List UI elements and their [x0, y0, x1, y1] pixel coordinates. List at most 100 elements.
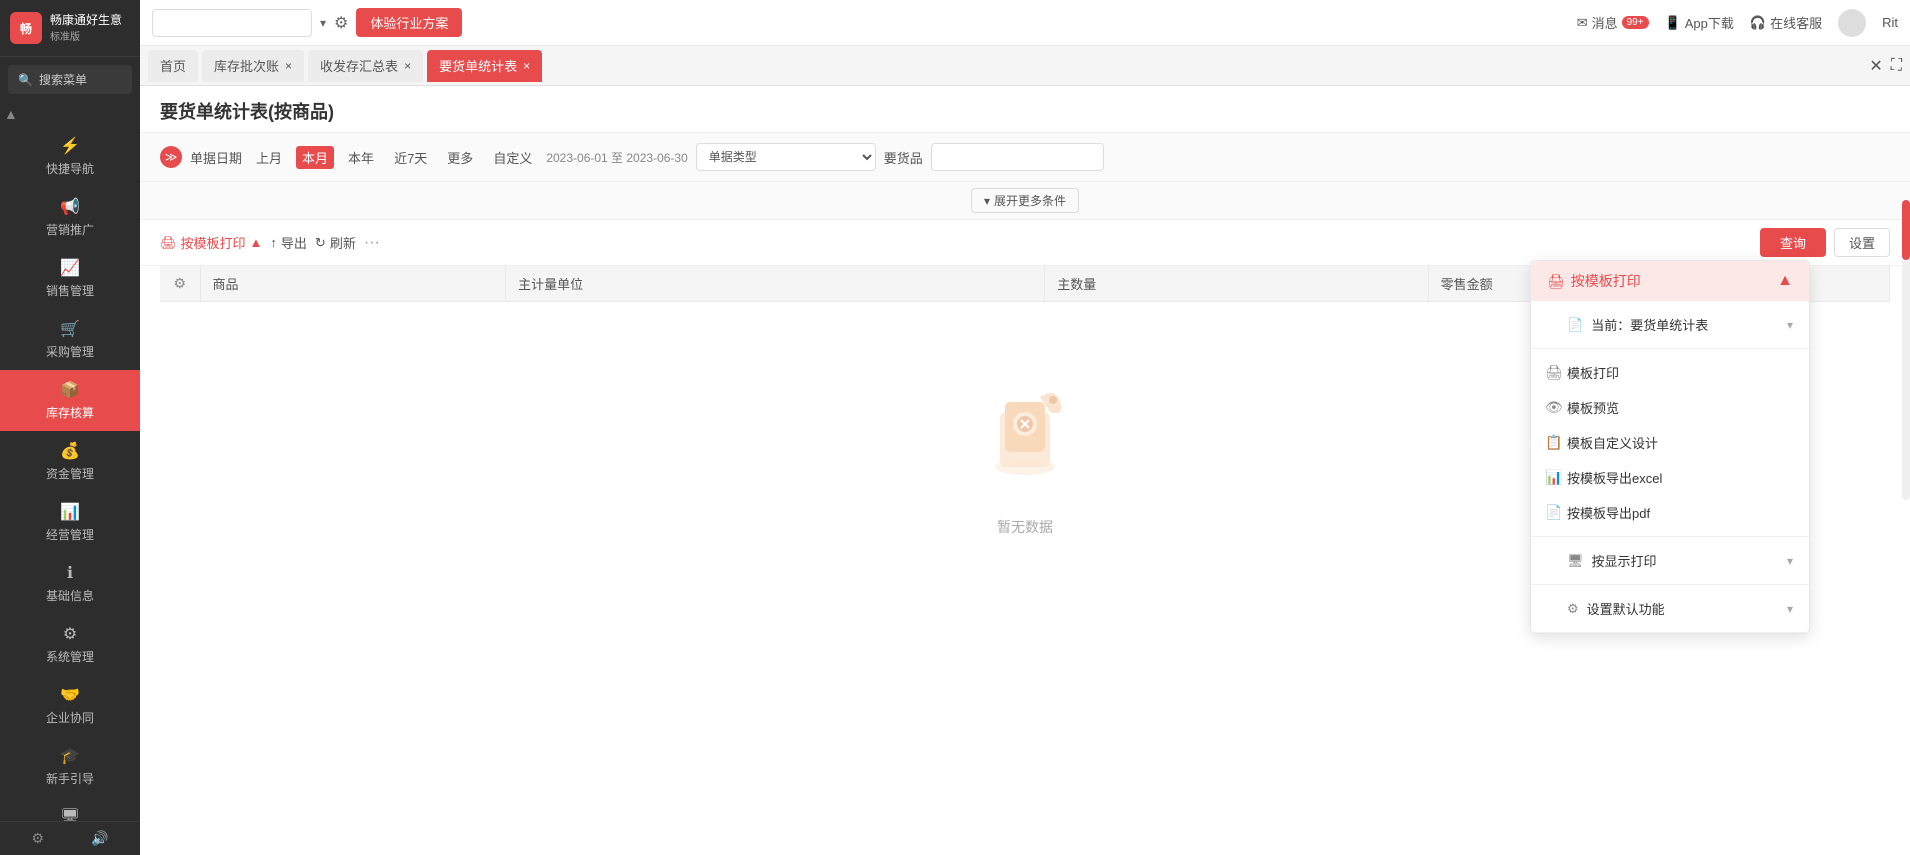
print-icon: 🖨 [160, 235, 177, 251]
tab-summary-close[interactable]: × [404, 60, 411, 72]
logo-icon: 畅 [10, 12, 42, 44]
topbar-search-input[interactable] [152, 9, 312, 37]
app-name: 畅康通好生意 [50, 13, 122, 29]
scroll-up-button[interactable]: ▲ [0, 102, 22, 126]
query-button[interactable]: 查询 [1760, 228, 1826, 257]
message-icon: ✉ [1577, 15, 1588, 31]
refresh-button[interactable]: ↻ 刷新 [315, 233, 356, 252]
sidebar-item-sales[interactable]: 📈 销售管理 [0, 248, 140, 309]
print-template-button[interactable]: 🖨 按模板打印 ▲ [160, 233, 262, 252]
date-custom-button[interactable]: 自定义 [487, 146, 538, 169]
tab-close-all-button[interactable]: ✕ [1869, 56, 1882, 76]
current-template-icon: 📄 [1567, 317, 1583, 333]
page-header: 要货单统计表(按商品) [140, 86, 1910, 133]
sales-label: 销售管理 [46, 282, 94, 299]
online-service-item[interactable]: 🎧 在线客服 [1750, 13, 1822, 32]
date-this-year-button[interactable]: 本年 [342, 146, 380, 169]
export-button[interactable]: ↑ 导出 [270, 233, 307, 252]
sidebar-item-basic-info[interactable]: ℹ 基础信息 [0, 553, 140, 614]
filter-expand-icon-button[interactable]: ≫ [160, 146, 182, 168]
template-design-icon: 📋 [1545, 434, 1562, 451]
expand-more-row: ▾ 展开更多条件 [140, 182, 1910, 220]
type-select[interactable]: 单据类型 [696, 143, 876, 171]
date-current-month-button[interactable]: 本月 [296, 146, 334, 169]
tab-summary[interactable]: 收发存汇总表 × [308, 50, 423, 82]
expand-more-label: 展开更多条件 [994, 192, 1066, 209]
audio-button[interactable]: 🔊 [91, 830, 108, 847]
settings-button[interactable]: 设置 [1834, 228, 1890, 257]
display-print-label: 按显示打印 [1592, 551, 1657, 570]
print-label: 按模板打印 [181, 233, 246, 252]
sales-icon: 📈 [60, 258, 80, 278]
table-col-product: 商品 [200, 266, 506, 302]
toolbar-row: 🖨 按模板打印 ▲ ↑ 导出 ↻ 刷新 ··· 查询 设置 🖨 [140, 220, 1910, 266]
print-dropdown-title: 🖨 按模板打印 [1547, 271, 1641, 291]
sidebar-item-appstore[interactable]: 🖥 应用中心 [0, 797, 140, 821]
sidebar-bottom: ⚙ 🔊 [0, 821, 140, 855]
current-template-item[interactable]: 📄 当前：要货单统计表 ▾ [1531, 307, 1809, 342]
more-options-button[interactable]: ··· [364, 234, 380, 252]
right-scrollbar[interactable] [1902, 200, 1910, 500]
marketing-icon: 📢 [60, 197, 80, 217]
user-avatar[interactable] [1838, 9, 1866, 37]
default-func-item[interactable]: ⚙ 设置默认功能 ▾ [1531, 591, 1809, 626]
sidebar-item-finance[interactable]: 💰 资金管理 [0, 431, 140, 492]
sidebar-nav: ▲ ⚡ 快捷导航 📢 营销推广 📈 销售管理 🛒 采购管理 📦 库存核算 💰 资… [0, 102, 140, 821]
message-badge: 99+ [1622, 16, 1649, 29]
purchase-icon: 🛒 [60, 319, 80, 339]
template-print-label: 模板打印 [1567, 363, 1619, 382]
tab-expand-button[interactable]: ⛶ [1891, 57, 1902, 75]
search-menu-button[interactable]: 🔍 搜索菜单 [8, 65, 132, 94]
tabbar-right: ✕ ⛶ [1869, 56, 1902, 76]
inventory-label: 库存核算 [46, 404, 94, 421]
sidebar-item-purchase[interactable]: 🛒 采购管理 [0, 309, 140, 370]
table-col-settings: ⚙ [160, 266, 200, 302]
sidebar-item-marketing[interactable]: 📢 营销推广 [0, 187, 140, 248]
template-preview-item[interactable]: 👁 模板预览 [1531, 390, 1809, 425]
template-export-pdf-item[interactable]: 📄 按模板导出pdf [1531, 495, 1809, 530]
template-print-item[interactable]: 🖨 模板打印 [1531, 355, 1809, 390]
tab-inventory-batch[interactable]: 库存批次账 × [202, 50, 304, 82]
settings-bottom-button[interactable]: ⚙ [32, 830, 45, 847]
app-badge: 标准版 [50, 28, 122, 43]
print-dropdown-title-label: 按模板打印 [1571, 271, 1641, 291]
sidebar-item-inventory[interactable]: 📦 库存核算 [0, 370, 140, 431]
display-print-item[interactable]: 🖥 按显示打印 ▾ [1531, 543, 1809, 578]
app-download-label: App下载 [1685, 13, 1734, 32]
sidebar-item-operations[interactable]: 📊 经营管理 [0, 492, 140, 553]
service-icon: 🎧 [1750, 15, 1766, 31]
template-export-excel-label: 按模板导出excel [1567, 468, 1662, 487]
col-amount-label: 零售金额 [1441, 277, 1493, 292]
tab-order-stats[interactable]: 要货单统计表 × [427, 50, 542, 82]
sidebar-item-guide[interactable]: 🎓 新手引导 [0, 736, 140, 797]
tab-order-stats-close[interactable]: × [523, 60, 530, 72]
tab-home[interactable]: 首页 [148, 50, 198, 82]
expand-more-icon: ▾ [984, 194, 990, 208]
template-export-excel-item[interactable]: 📊 按模板导出excel [1531, 460, 1809, 495]
trial-button[interactable]: 体验行业方案 [356, 8, 462, 37]
message-item[interactable]: ✉ 消息 99+ [1577, 13, 1649, 32]
date-prev-month-button[interactable]: 上月 [250, 146, 288, 169]
app-download-item[interactable]: 📱 App下载 [1665, 13, 1734, 32]
sidebar-item-system[interactable]: ⚙ 系统管理 [0, 614, 140, 675]
template-print-icon: 🖨 [1545, 364, 1563, 381]
sidebar-item-quick-nav[interactable]: ⚡ 快捷导航 [0, 126, 140, 187]
template-export-pdf-label: 按模板导出pdf [1567, 503, 1650, 522]
template-design-item[interactable]: 📋 模板自定义设计 [1531, 425, 1809, 460]
expand-more-button[interactable]: ▾ 展开更多条件 [971, 188, 1079, 213]
sidebar-item-collab[interactable]: 🤝 企业协同 [0, 675, 140, 736]
table-col-qty: 主数量 [1045, 266, 1428, 302]
content-area: 要货单统计表(按商品) ≫ 单据日期 上月 本月 本年 近7天 更多 自定义 2… [140, 86, 1910, 855]
search-menu-label: 搜索菜单 [39, 71, 87, 88]
topbar-settings-button[interactable]: ⚙ [334, 13, 348, 33]
basic-info-label: 基础信息 [46, 587, 94, 604]
tab-inventory-batch-close[interactable]: × [285, 60, 292, 72]
date-more-button[interactable]: 更多 [441, 146, 479, 169]
column-settings-button[interactable]: ⚙ [173, 275, 186, 292]
tab-inventory-batch-label: 库存批次账 [214, 56, 279, 75]
scrollbar-thumb [1902, 200, 1910, 260]
print-dropdown-close-button[interactable]: ▲ [1777, 272, 1793, 290]
item-filter-input[interactable] [931, 143, 1104, 171]
topbar-dropdown-button[interactable]: ▾ [320, 16, 326, 30]
date-7days-button[interactable]: 近7天 [388, 146, 433, 169]
